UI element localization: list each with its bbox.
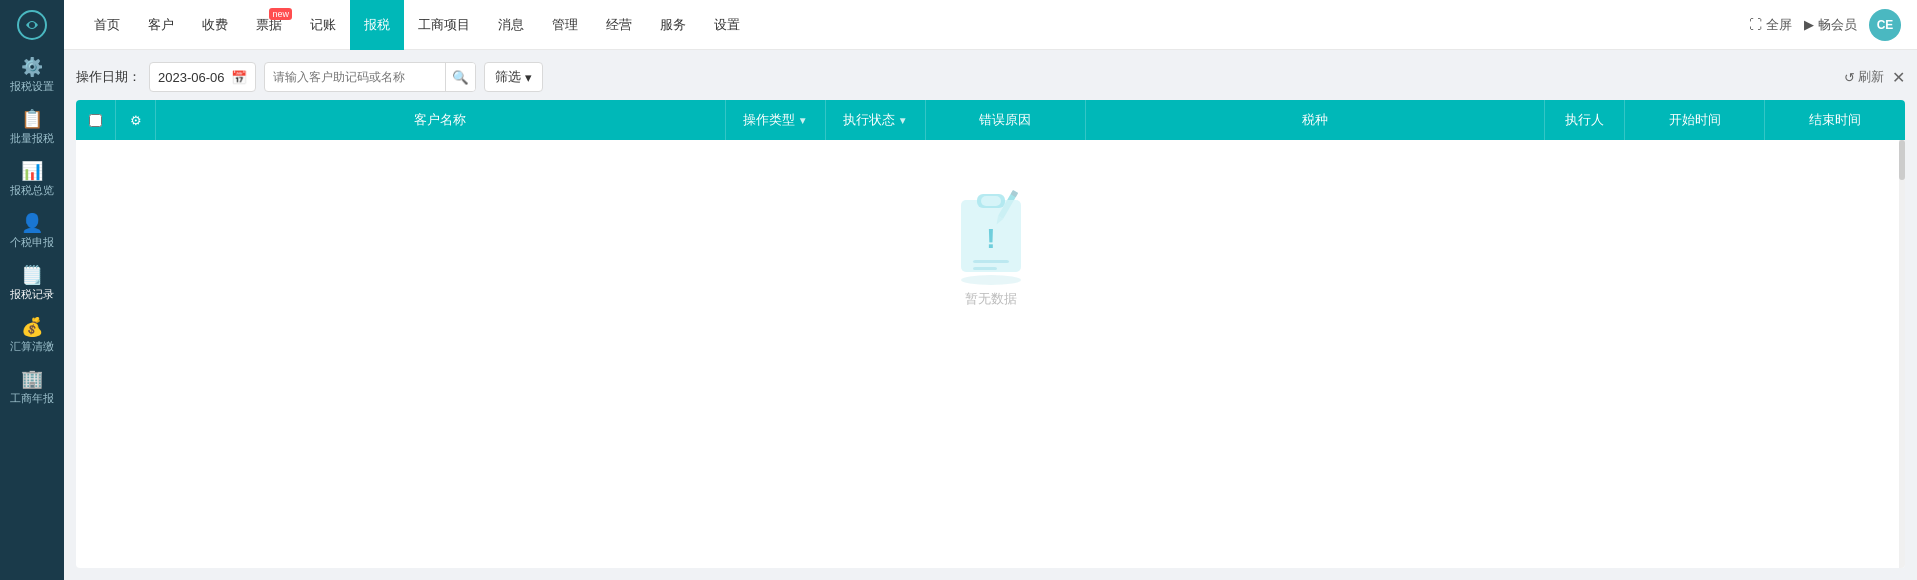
svg-point-1 bbox=[29, 22, 35, 28]
tax-overview-icon: 📊 bbox=[21, 162, 43, 180]
select-all-checkbox[interactable] bbox=[89, 114, 102, 127]
avatar[interactable]: CE bbox=[1869, 9, 1901, 41]
refresh-icon: ↺ bbox=[1844, 70, 1855, 85]
date-label: 操作日期： bbox=[76, 68, 141, 86]
th-start-time: 开始时间 bbox=[1625, 100, 1765, 140]
sidebar-item-label: 报税总览 bbox=[10, 183, 54, 198]
personal-tax-icon: 👤 bbox=[21, 214, 43, 232]
sidebar-item-label: 工商年报 bbox=[10, 391, 54, 406]
nav-home[interactable]: 首页 bbox=[80, 0, 134, 50]
annual-report-icon: 🏢 bbox=[21, 370, 43, 388]
search-button[interactable]: 🔍 bbox=[445, 62, 475, 92]
member-icon: ▶ bbox=[1804, 17, 1814, 32]
toolbar: 操作日期： 2023-06-06 📅 🔍 筛选 ▾ ↺ 刷新 ✕ bbox=[76, 62, 1905, 92]
svg-rect-7 bbox=[981, 196, 1001, 206]
member-btn[interactable]: ▶ 畅会员 bbox=[1804, 16, 1857, 34]
svg-text:!: ! bbox=[986, 223, 995, 254]
th-executor: 执行人 bbox=[1545, 100, 1625, 140]
table-scroll: ! 暂无数据 bbox=[76, 140, 1905, 568]
table-container: ⚙ 客户名称 操作类型 ▼ 执行状态 ▼ 错误原因 税种 bbox=[76, 100, 1905, 568]
topnav-right: ⛶ 全屏 ▶ 畅会员 CE bbox=[1749, 9, 1901, 41]
sidebar-item-label: 报税记录 bbox=[10, 287, 54, 302]
nav-tax[interactable]: 报税 bbox=[350, 0, 404, 50]
sidebar-item-label: 汇算清缴 bbox=[10, 339, 54, 354]
nav-business[interactable]: 工商项目 bbox=[404, 0, 484, 50]
sidebar-item-personal-tax[interactable]: 👤 个税申报 bbox=[0, 206, 64, 258]
batch-tax-icon: 📋 bbox=[21, 110, 43, 128]
sidebar-item-settlement[interactable]: 💰 汇算清缴 bbox=[0, 310, 64, 362]
tax-record-icon: 🗒️ bbox=[21, 266, 43, 284]
sidebar-item-annual-report[interactable]: 🏢 工商年报 bbox=[0, 362, 64, 414]
table-header: ⚙ 客户名称 操作类型 ▼ 执行状态 ▼ 错误原因 税种 bbox=[76, 100, 1905, 140]
nav-operation[interactable]: 经营 bbox=[592, 0, 646, 50]
sidebar-item-label: 报税设置 bbox=[10, 79, 54, 94]
sidebar-item-tax-record[interactable]: 🗒️ 报税记录 bbox=[0, 258, 64, 310]
date-value: 2023-06-06 bbox=[158, 70, 225, 85]
sidebar-item-label: 个税申报 bbox=[10, 235, 54, 250]
calendar-icon: 📅 bbox=[231, 70, 247, 85]
search-input[interactable] bbox=[265, 70, 445, 84]
svg-point-11 bbox=[961, 275, 1021, 285]
nav-settings[interactable]: 设置 bbox=[700, 0, 754, 50]
th-tax: 税种 bbox=[1086, 100, 1545, 140]
settlement-icon: 💰 bbox=[21, 318, 43, 336]
scrollbar-thumb[interactable] bbox=[1899, 140, 1905, 180]
sort-icon-status: ▼ bbox=[898, 115, 908, 126]
sidebar-logo bbox=[0, 0, 64, 50]
fullscreen-icon: ⛶ bbox=[1749, 17, 1762, 32]
th-customer-name: 客户名称 bbox=[156, 100, 726, 140]
th-error: 错误原因 bbox=[926, 100, 1086, 140]
nav-accounts[interactable]: 记账 bbox=[296, 0, 350, 50]
filter-button[interactable]: 筛选 ▾ bbox=[484, 62, 543, 92]
empty-illustration: ! bbox=[941, 180, 1041, 290]
empty-state: ! 暂无数据 bbox=[76, 140, 1905, 348]
th-checkbox[interactable] bbox=[76, 100, 116, 140]
sort-icon-op-type: ▼ bbox=[798, 115, 808, 126]
svg-rect-10 bbox=[973, 267, 997, 270]
new-badge: new bbox=[269, 8, 292, 21]
nav-customer[interactable]: 客户 bbox=[134, 0, 188, 50]
sidebar-item-tax-settings[interactable]: ⚙️ 报税设置 bbox=[0, 50, 64, 102]
th-op-type[interactable]: 操作类型 ▼ bbox=[726, 100, 826, 140]
main-area: 首页 客户 收费 票据 new 记账 报税 工商项目 消息 管理 经营 服务 设… bbox=[64, 0, 1917, 580]
sidebar-item-batch-tax[interactable]: 📋 批量报税 bbox=[0, 102, 64, 154]
th-status[interactable]: 执行状态 ▼ bbox=[826, 100, 926, 140]
scrollbar-track[interactable] bbox=[1899, 140, 1905, 568]
nav-manage[interactable]: 管理 bbox=[538, 0, 592, 50]
empty-text: 暂无数据 bbox=[965, 290, 1017, 308]
toolbar-right: ↺ 刷新 ✕ bbox=[1844, 68, 1905, 87]
fullscreen-btn[interactable]: ⛶ 全屏 bbox=[1749, 16, 1792, 34]
sidebar-item-label: 批量报税 bbox=[10, 131, 54, 146]
refresh-button[interactable]: ↺ 刷新 bbox=[1844, 68, 1884, 86]
chevron-down-icon: ▾ bbox=[525, 70, 532, 85]
date-picker[interactable]: 2023-06-06 📅 bbox=[149, 62, 256, 92]
tax-settings-icon: ⚙️ bbox=[21, 58, 43, 76]
sidebar-item-tax-overview[interactable]: 📊 报税总览 bbox=[0, 154, 64, 206]
th-end-time: 结束时间 bbox=[1765, 100, 1905, 140]
nav-services[interactable]: 服务 bbox=[646, 0, 700, 50]
topnav: 首页 客户 收费 票据 new 记账 报税 工商项目 消息 管理 经营 服务 设… bbox=[64, 0, 1917, 50]
logo-icon bbox=[16, 9, 48, 41]
nav-messages[interactable]: 消息 bbox=[484, 0, 538, 50]
nav-invoice[interactable]: 票据 new bbox=[242, 0, 296, 50]
filter-label: 筛选 bbox=[495, 68, 521, 86]
svg-rect-9 bbox=[973, 260, 1009, 263]
nav-billing[interactable]: 收费 bbox=[188, 0, 242, 50]
th-gear[interactable]: ⚙ bbox=[116, 100, 156, 140]
content: 操作日期： 2023-06-06 📅 🔍 筛选 ▾ ↺ 刷新 ✕ bbox=[64, 50, 1917, 580]
sidebar: ⚙️ 报税设置 📋 批量报税 📊 报税总览 👤 个税申报 🗒️ 报税记录 💰 汇… bbox=[0, 0, 64, 580]
close-button[interactable]: ✕ bbox=[1892, 68, 1905, 87]
search-wrap: 🔍 bbox=[264, 62, 476, 92]
gear-icon: ⚙ bbox=[130, 113, 142, 128]
search-icon: 🔍 bbox=[452, 70, 469, 85]
